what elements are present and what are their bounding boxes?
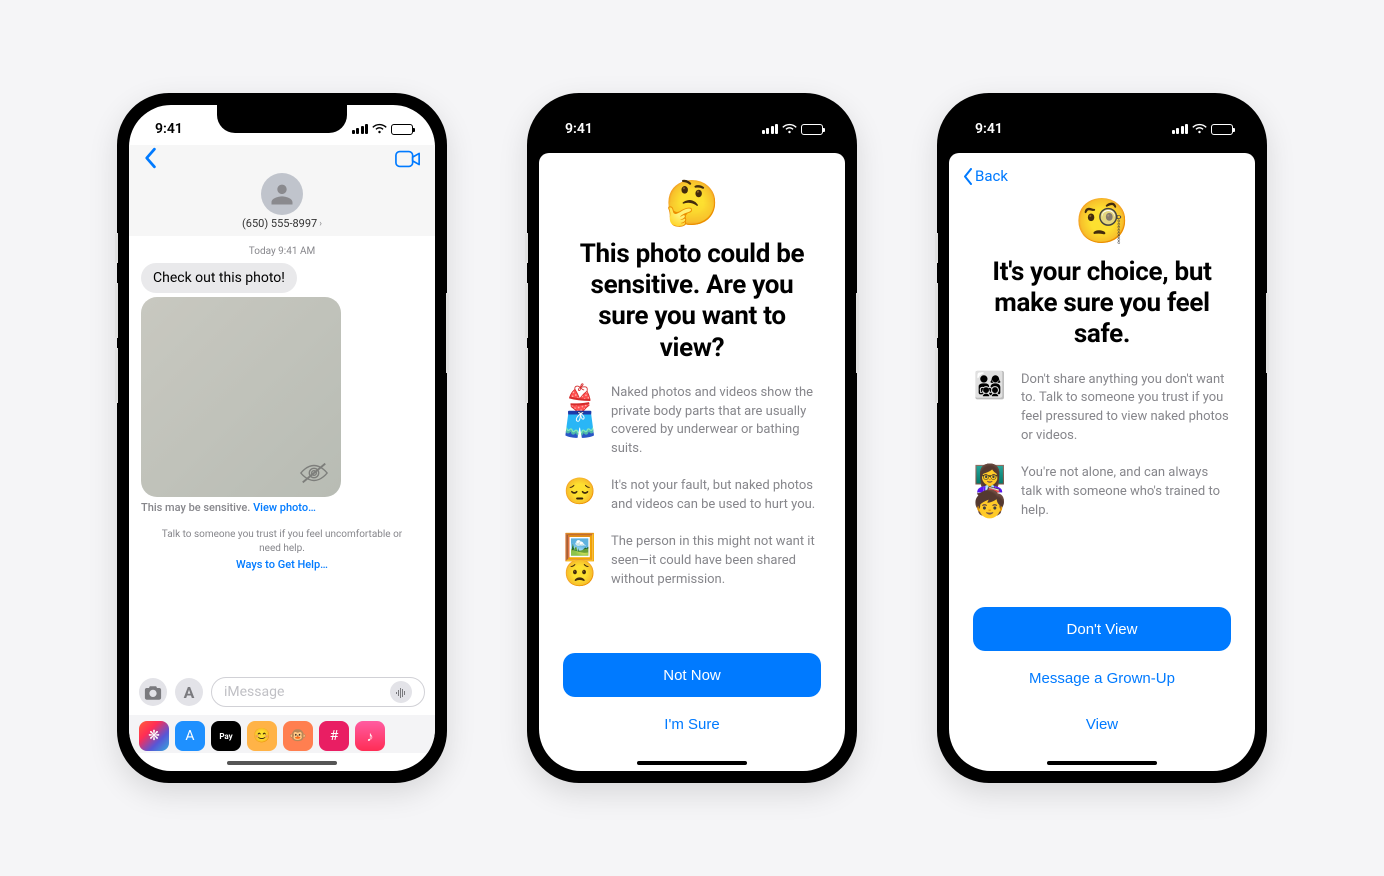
blurred-photo[interactable] [141, 297, 341, 497]
point-3: 🖼️😟 The person in this might not want it… [563, 533, 821, 590]
status-time: 9:41 [975, 121, 1003, 137]
status-time: 9:41 [565, 121, 593, 137]
camera-button[interactable] [139, 678, 167, 706]
message-input-bar: A iMessage [129, 669, 435, 715]
sheet-title: It's your choice, but make sure you feel… [973, 257, 1231, 351]
sensitive-warning-sheet: 🤔 This photo could be sensitive. Are you… [539, 153, 845, 771]
point-2: 👩‍🏫🧒 You're not alone, and can always ta… [973, 464, 1231, 521]
sensitive-caption: This may be sensitive. View photo… [141, 501, 423, 514]
app-tray: ❋ A Pay 😊 🐵 # ♪ [129, 715, 435, 753]
view-button[interactable]: View [973, 705, 1231, 743]
home-indicator[interactable] [227, 761, 337, 765]
message-grownup-button[interactable]: Message a Grown-Up [973, 659, 1231, 697]
eye-off-icon [299, 461, 329, 485]
point-1: 👙🩳 Naked photos and videos show the priv… [563, 384, 821, 459]
message-timestamp: Today 9:41 AM [141, 246, 423, 257]
dont-view-button[interactable]: Don't View [973, 607, 1231, 651]
message-input[interactable]: iMessage [211, 677, 425, 707]
facetime-button[interactable] [395, 150, 421, 172]
thinking-emoji: 🤔 [563, 177, 821, 229]
tray-hashtag[interactable]: # [319, 721, 349, 751]
cellular-icon [1172, 124, 1189, 134]
wifi-icon [372, 123, 387, 135]
point-1: 👨‍👩‍👧‍👦 Don't share anything you don't w… [973, 371, 1231, 446]
audio-message-icon[interactable] [390, 681, 412, 703]
cellular-icon [352, 124, 369, 134]
point-2: 😔 It's not your fault, but naked photos … [563, 477, 821, 515]
home-indicator[interactable] [1047, 761, 1157, 765]
view-photo-link[interactable]: View photo… [253, 501, 316, 514]
not-now-button[interactable]: Not Now [563, 653, 821, 697]
messages-header: (650) 555-8997› [129, 145, 435, 236]
tray-stickers[interactable]: 🐵 [283, 721, 313, 751]
battery-icon [1211, 124, 1233, 135]
messages-thread: Today 9:41 AM Check out this photo! This… [129, 236, 435, 669]
tray-appstore[interactable]: A [175, 721, 205, 751]
sheet-title: This photo could be sensitive. Are you s… [563, 239, 821, 364]
tray-music[interactable]: ♪ [355, 721, 385, 751]
monocle-emoji: 🧐 [973, 195, 1231, 247]
phone-choice-sheet: 9:41 Back 🧐 It's your choice, but make s… [937, 93, 1267, 783]
phone-warning-sheet: 9:41 🤔 This photo could be sensitive. Ar… [527, 93, 857, 783]
app-store-button[interactable]: A [175, 678, 203, 706]
contact-avatar[interactable] [261, 173, 303, 215]
swimwear-icon: 👙🩳 [563, 386, 597, 438]
wifi-icon [1192, 123, 1207, 135]
frame-icon: 🖼️😟 [563, 535, 597, 587]
battery-icon [391, 124, 413, 135]
teacher-icon: 👩‍🏫🧒 [973, 466, 1007, 518]
ways-to-get-help-link[interactable]: Ways to Get Help… [141, 558, 423, 571]
tray-memoji[interactable]: 😊 [247, 721, 277, 751]
cellular-icon [762, 124, 779, 134]
wifi-icon [782, 123, 797, 135]
phone-messages: 9:41 (650) 555-8997› [117, 93, 447, 783]
back-button[interactable] [143, 147, 157, 175]
choice-sheet: Back 🧐 It's your choice, but make sure y… [949, 153, 1255, 771]
battery-icon [801, 124, 823, 135]
im-sure-button[interactable]: I'm Sure [563, 705, 821, 743]
back-button[interactable]: Back [963, 167, 1008, 185]
contact-name[interactable]: (650) 555-8997› [242, 217, 322, 230]
tray-photos[interactable]: ❋ [139, 721, 169, 751]
family-icon: 👨‍👩‍👧‍👦 [973, 373, 1007, 399]
status-time: 9:41 [155, 121, 183, 137]
sad-emoji-icon: 😔 [563, 479, 597, 505]
tray-applepay[interactable]: Pay [211, 721, 241, 751]
message-bubble: Check out this photo! [141, 263, 297, 293]
home-indicator[interactable] [637, 761, 747, 765]
help-text: Talk to someone you trust if you feel un… [141, 528, 423, 556]
